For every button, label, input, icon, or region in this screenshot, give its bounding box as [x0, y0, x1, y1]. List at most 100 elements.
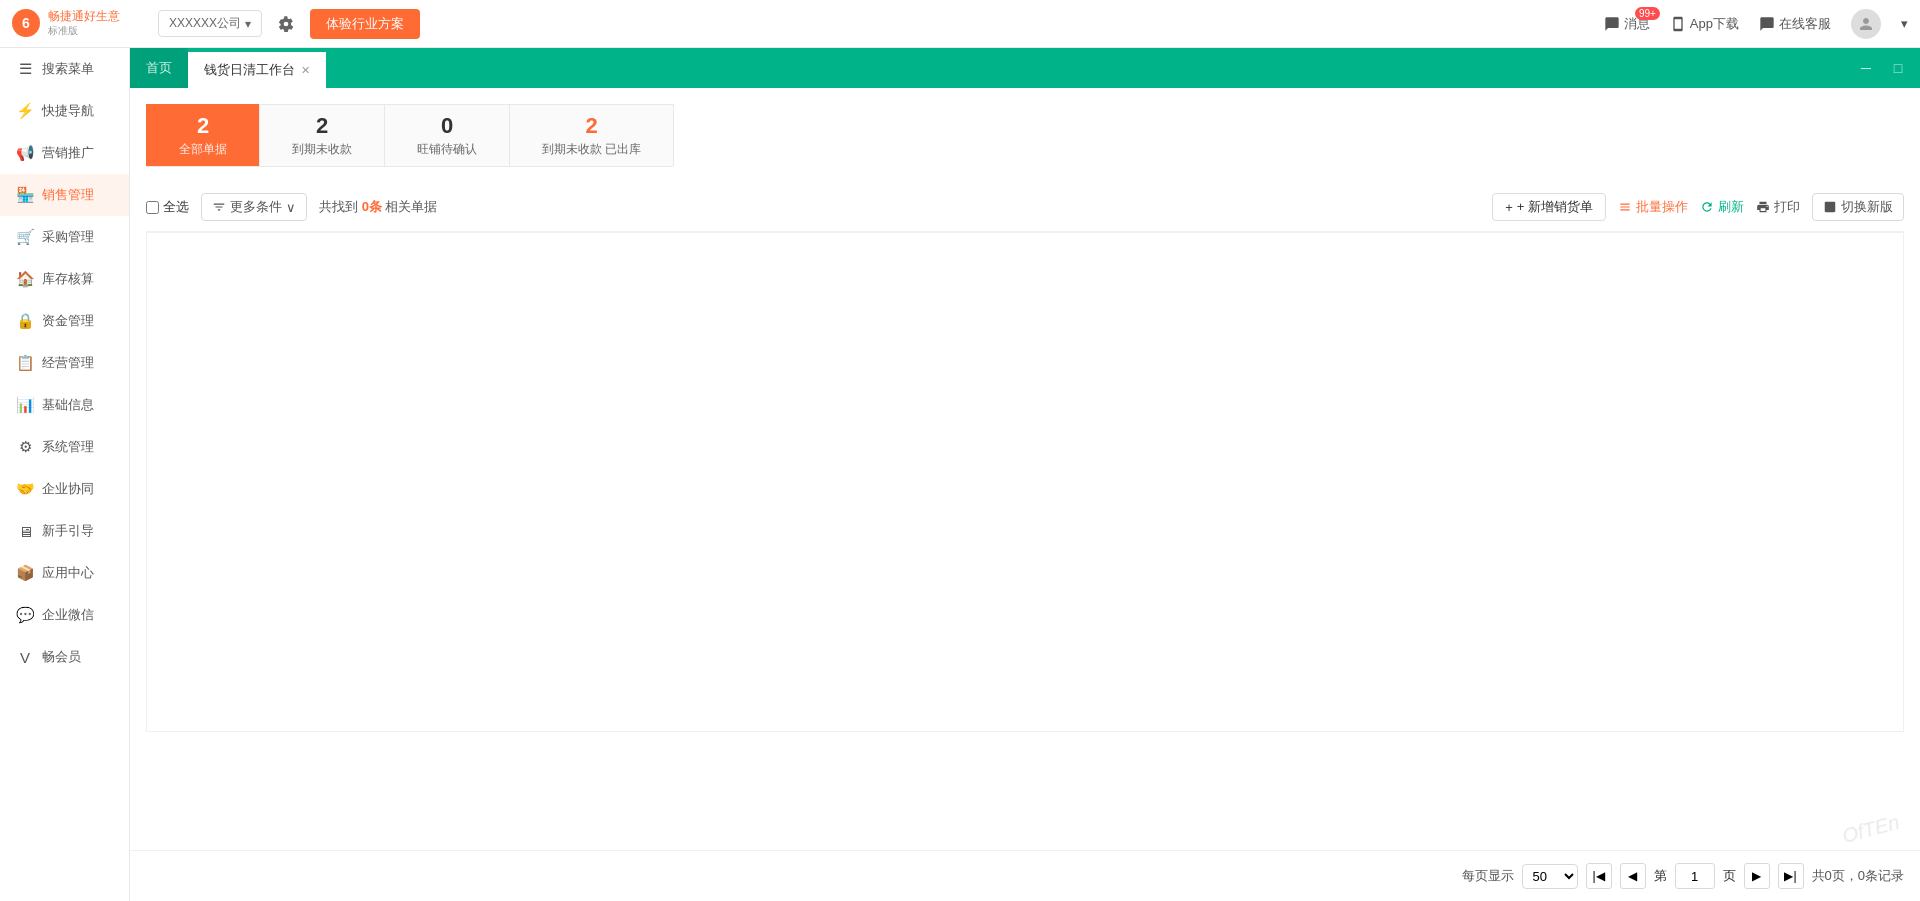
sidebar-icon-new-guide: 🖥: [16, 523, 34, 540]
stats-count-overdue-uncollected: 2: [316, 113, 328, 139]
app-download-label: App下载: [1690, 15, 1739, 33]
user-avatar[interactable]: [1851, 9, 1881, 39]
stats-tab-all[interactable]: 2 全部单据: [146, 104, 260, 166]
sidebar-icon-purchase-mgmt: 🛒: [16, 228, 34, 246]
sidebar-label-system-mgmt: 系统管理: [42, 438, 94, 456]
stats-count-pending-confirm: 0: [441, 113, 453, 139]
sidebar-icon-enterprise-coop: 🤝: [16, 480, 34, 498]
select-all-input[interactable]: [146, 201, 159, 214]
stats-count-all: 2: [197, 113, 209, 139]
top-header: 6 畅捷通好生意 标准版 XXXXXX公司 ▾ 体验行业方案 消息 99+ Ap…: [0, 0, 1920, 48]
sidebar-label-basic-info: 基础信息: [42, 396, 94, 414]
refresh-button[interactable]: 刷新: [1700, 198, 1744, 216]
stats-tab-overdue-uncollected[interactable]: 2到期未收款: [259, 104, 385, 166]
new-sales-order-button[interactable]: + + 新增销货单: [1492, 193, 1606, 221]
message-item[interactable]: 消息 99+: [1604, 15, 1650, 33]
sidebar-label-ops-mgmt: 经营管理: [42, 354, 94, 372]
sidebar-item-system-mgmt[interactable]: ⚙系统管理: [0, 426, 129, 468]
sidebar-item-funds-mgmt[interactable]: 🔒 资金管理: [0, 300, 129, 342]
sidebar-item-sales-mgmt[interactable]: 🏪 销售管理: [0, 174, 129, 216]
first-page-button[interactable]: |◀: [1586, 863, 1612, 889]
sidebar-item-app-center[interactable]: 📦应用中心: [0, 552, 129, 594]
tab-close-cash-goods[interactable]: ✕: [301, 64, 310, 77]
sidebar-label-marketing: 营销推广: [42, 144, 94, 162]
print-label: 打印: [1774, 198, 1800, 216]
sidebar-icon-inventory: 🏠: [16, 270, 34, 288]
message-badge: 99+: [1635, 7, 1660, 20]
sidebar-item-search-menu[interactable]: ☰搜索菜单: [0, 48, 129, 90]
stats-tab-pending-confirm[interactable]: 0旺铺待确认: [384, 104, 510, 166]
found-count: 0条: [362, 199, 382, 214]
sidebar: ☰搜索菜单⚡快捷导航 📢 营销推广 🏪 销售管理 🛒 采购管理 🏠库存核算 🔒 资金管理 📋经营管理…: [0, 48, 130, 901]
app-name: 畅捷通好生意: [48, 9, 120, 23]
sidebar-icon-quick-nav: ⚡: [16, 102, 34, 120]
pagination: 每页显示 50100200 |◀ ◀ 第 页 ▶ ▶| 共0页，0条记录: [130, 850, 1920, 901]
refresh-label: 刷新: [1718, 198, 1744, 216]
next-page-button[interactable]: ▶: [1744, 863, 1770, 889]
tab-maximize-button[interactable]: □: [1884, 54, 1912, 82]
print-button[interactable]: 打印: [1756, 198, 1800, 216]
settings-button[interactable]: [270, 8, 302, 40]
sidebar-item-ops-mgmt[interactable]: 📋经营管理: [0, 342, 129, 384]
batch-operation-button[interactable]: 批量操作: [1618, 198, 1688, 216]
sidebar-icon-funds-mgmt: 🔒: [16, 312, 34, 330]
page-suffix: 页: [1723, 867, 1736, 885]
sidebar-icon-member: V: [16, 649, 34, 666]
sidebar-item-enterprise-wechat[interactable]: 💬企业微信: [0, 594, 129, 636]
prev-page-button[interactable]: ◀: [1620, 863, 1646, 889]
sidebar-item-quick-nav[interactable]: ⚡快捷导航: [0, 90, 129, 132]
sidebar-label-sales-mgmt: 销售管理: [42, 186, 94, 204]
company-name: XXXXXX公司: [169, 15, 241, 32]
sidebar-item-enterprise-coop[interactable]: 🤝 企业协同: [0, 468, 129, 510]
stats-tab-overdue-unshipped[interactable]: 2 到期未收款 已出库: [509, 104, 674, 166]
sidebar-item-member[interactable]: V 畅会员: [0, 636, 129, 678]
user-dropdown[interactable]: ▾: [1901, 16, 1908, 31]
per-page-select[interactable]: 50100200: [1522, 864, 1578, 889]
sidebar-label-funds-mgmt: 资金管理: [42, 312, 94, 330]
app-logo-icon: 6: [12, 9, 40, 37]
sidebar-item-marketing[interactable]: 📢 营销推广: [0, 132, 129, 174]
stats-label-overdue-unshipped: 到期未收款 已出库: [542, 141, 641, 158]
sidebar-item-inventory[interactable]: 🏠库存核算: [0, 258, 129, 300]
sidebar-label-member: 畅会员: [42, 648, 81, 666]
select-all-checkbox[interactable]: 全选: [146, 198, 189, 216]
sidebar-label-new-guide: 新手引导: [42, 522, 94, 540]
online-service-label: 在线客服: [1779, 15, 1831, 33]
logo-area: 6 畅捷通好生意 标准版: [12, 9, 142, 37]
stats-count-overdue-unshipped: 2: [586, 113, 598, 139]
tab-home[interactable]: 首页: [130, 48, 188, 88]
page-label: 第: [1654, 867, 1667, 885]
sidebar-item-basic-info[interactable]: 📊基础信息: [0, 384, 129, 426]
company-selector[interactable]: XXXXXX公司 ▾: [158, 10, 262, 37]
app-sub: 标准版: [48, 24, 120, 38]
tab-label-cash-goods: 钱货日清工作台: [204, 61, 295, 79]
sidebar-icon-search-menu: ☰: [16, 60, 34, 78]
experience-button[interactable]: 体验行业方案: [310, 9, 420, 39]
more-conditions-button[interactable]: 更多条件 ∨: [201, 193, 307, 221]
sidebar-label-enterprise-coop: 企业协同: [42, 480, 94, 498]
sidebar-label-purchase-mgmt: 采购管理: [42, 228, 94, 246]
data-table: [146, 232, 1904, 732]
page-number-input[interactable]: [1675, 863, 1715, 889]
last-page-button[interactable]: ▶|: [1778, 863, 1804, 889]
filter-bar: 全选 更多条件 ∨ 共找到 0条 相关单据 + + 新增销货单 批量操作: [146, 183, 1904, 232]
sidebar-icon-sales-mgmt: 🏪: [16, 186, 34, 204]
online-service-item[interactable]: 在线客服: [1759, 15, 1831, 33]
sidebar-icon-marketing: 📢: [16, 144, 34, 162]
switch-new-version-button[interactable]: 切换新版: [1812, 193, 1904, 221]
main-content: 2 全部单据 2到期未收款0旺铺待确认 2 到期未收款 已出库 全选 更多条件 ∨ 共找…: [130, 88, 1920, 901]
per-page-label: 每页显示: [1462, 867, 1514, 885]
tab-bar: 首页钱货日清工作台 ✕ ─ □: [130, 48, 1920, 88]
tab-minimize-button[interactable]: ─: [1852, 54, 1880, 82]
sidebar-item-new-guide[interactable]: 🖥 新手引导: [0, 510, 129, 552]
app-download-item[interactable]: App下载: [1670, 15, 1739, 33]
sidebar-icon-enterprise-wechat: 💬: [16, 606, 34, 624]
content-inner: 2 全部单据 2到期未收款0旺铺待确认 2 到期未收款 已出库 全选 更多条件 ∨ 共找…: [130, 88, 1920, 901]
sidebar-item-purchase-mgmt[interactable]: 🛒 采购管理: [0, 216, 129, 258]
tab-cash-goods[interactable]: 钱货日清工作台 ✕: [188, 50, 326, 88]
new-btn-label: + 新增销货单: [1517, 198, 1593, 216]
stats-label-all: 全部单据: [179, 141, 227, 158]
new-btn-plus: +: [1505, 200, 1513, 215]
switch-label: 切换新版: [1841, 198, 1893, 216]
dropdown-arrow: ▾: [245, 17, 251, 31]
